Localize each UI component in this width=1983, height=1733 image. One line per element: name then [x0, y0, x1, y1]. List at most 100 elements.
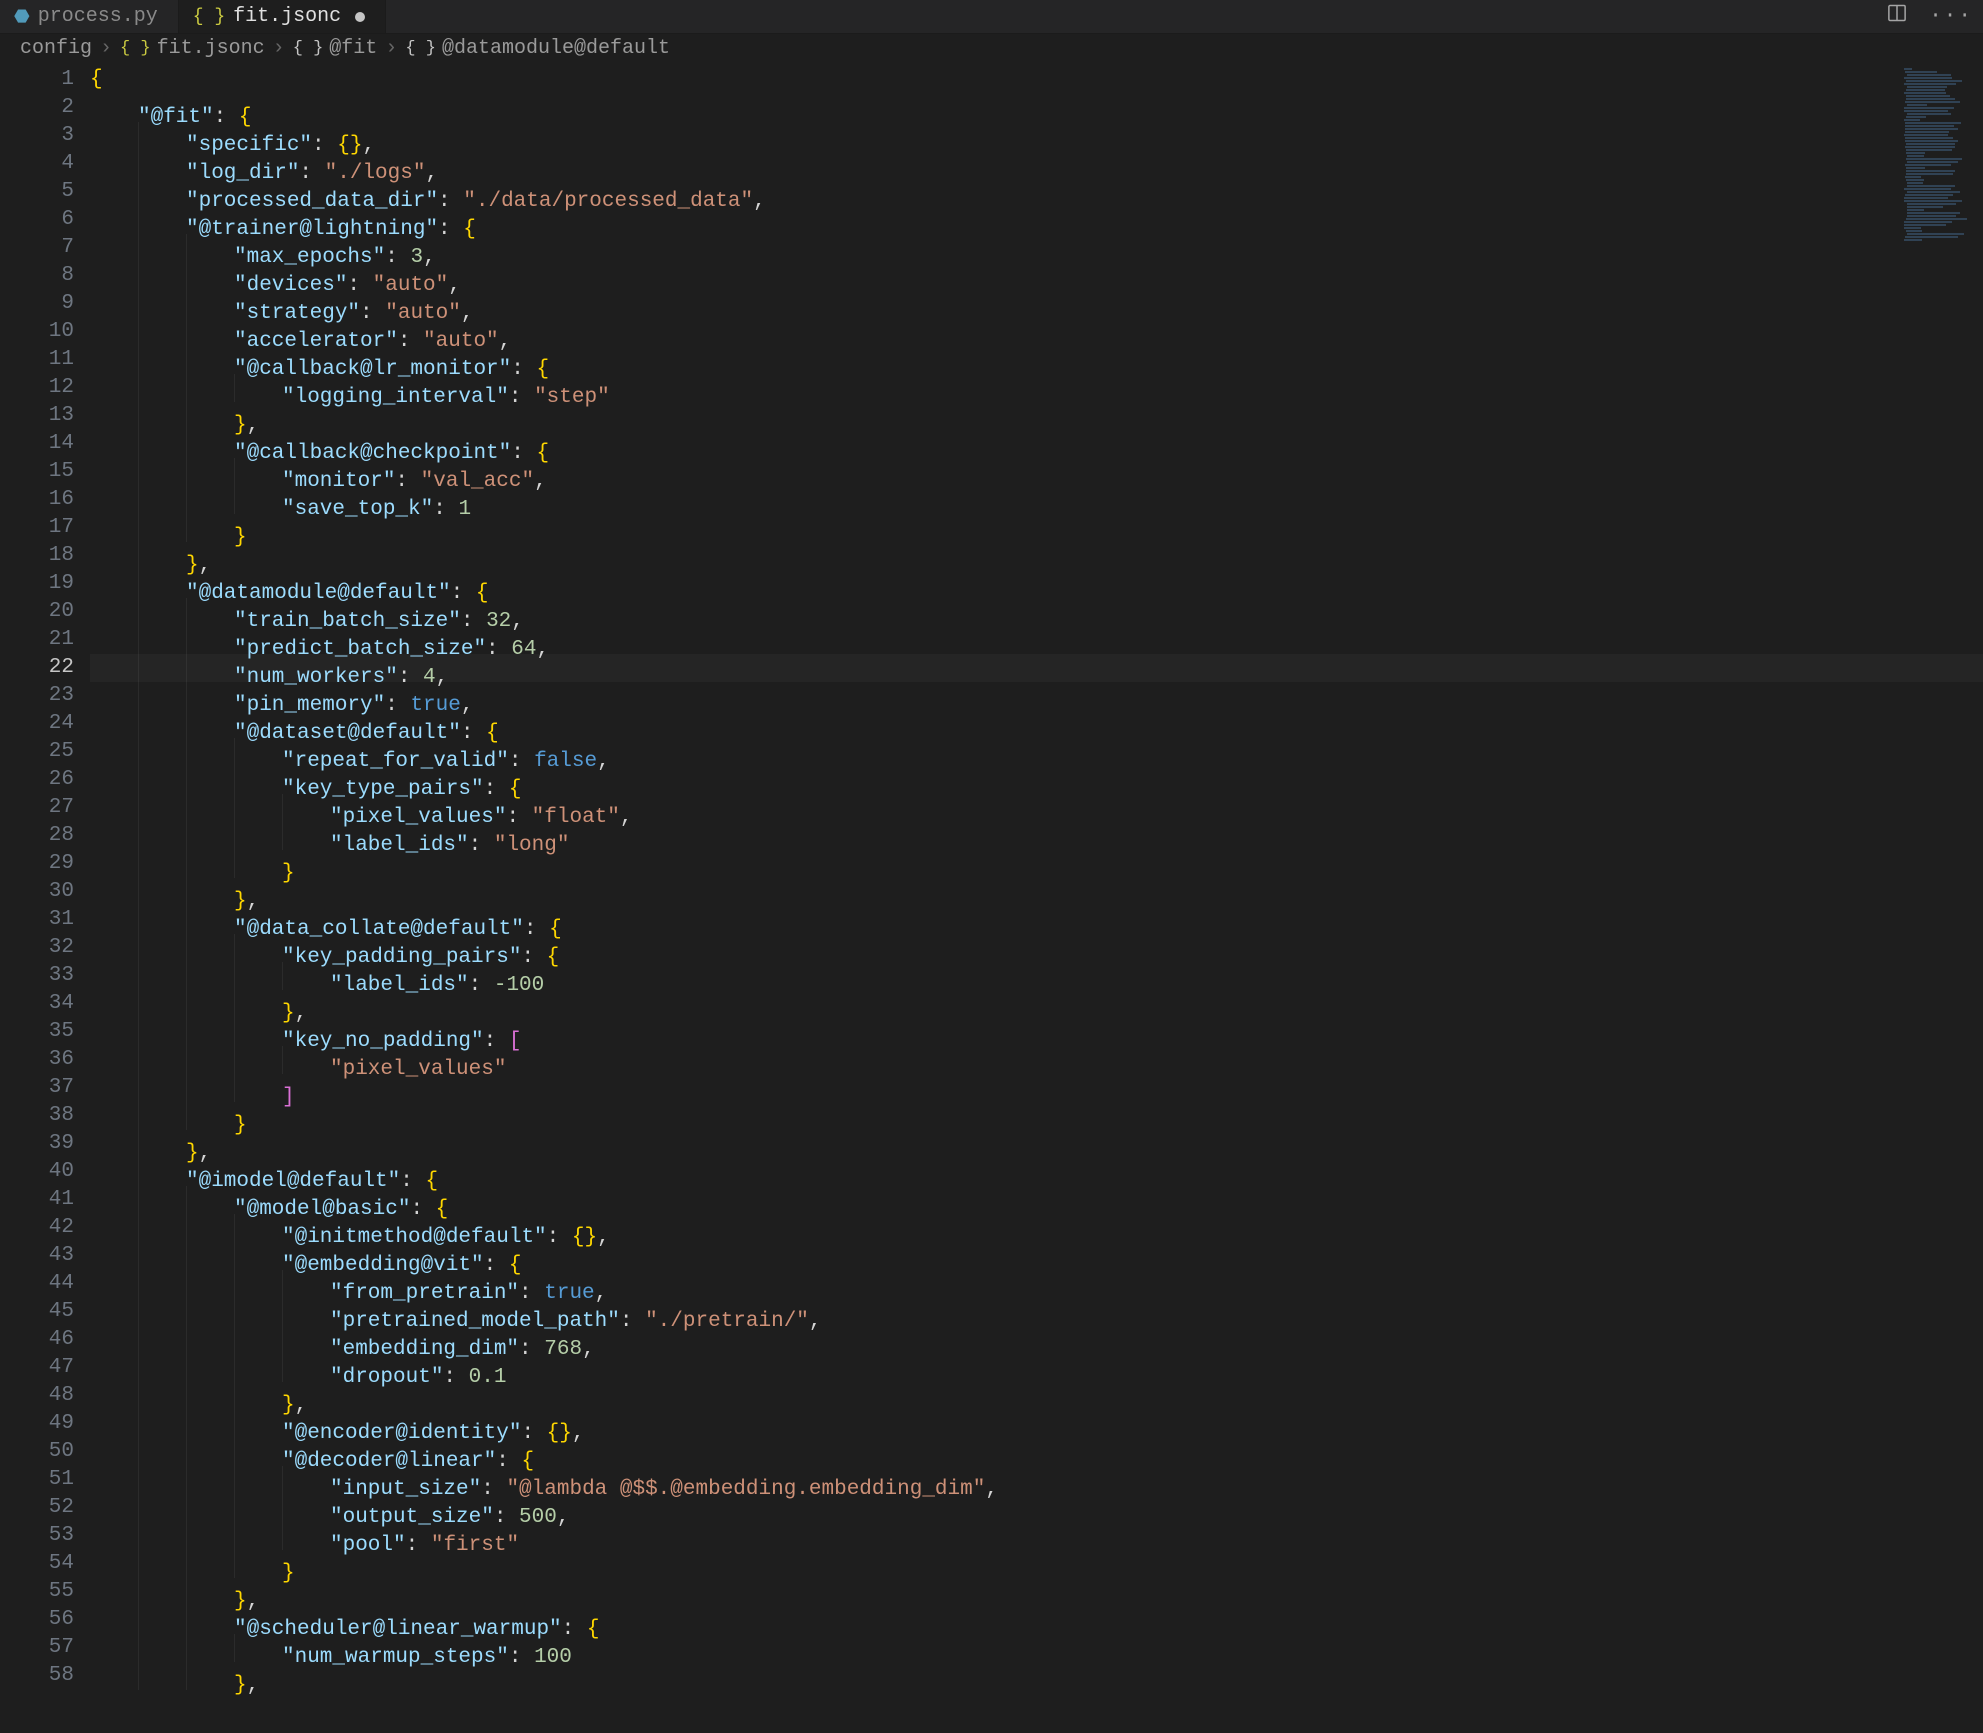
- line-number: 46: [0, 1326, 74, 1354]
- line-number: 11: [0, 346, 74, 374]
- line-number: 30: [0, 878, 74, 906]
- line-number: 26: [0, 766, 74, 794]
- token-brkt: ]: [282, 1086, 295, 1109]
- line-number: 41: [0, 1186, 74, 1214]
- code-line[interactable]: "@model@basic": {: [90, 1186, 1983, 1214]
- code-line[interactable]: "key_no_padding": [: [90, 1018, 1983, 1046]
- token-key: "label_ids": [330, 974, 469, 997]
- code-line[interactable]: }: [90, 1102, 1983, 1130]
- line-number: 45: [0, 1298, 74, 1326]
- code-line[interactable]: "logging_interval": "step": [90, 374, 1983, 402]
- token-key: "dropout": [330, 1366, 443, 1389]
- line-number: 4: [0, 150, 74, 178]
- code-line[interactable]: },: [90, 542, 1983, 570]
- token-str: "first": [431, 1534, 519, 1557]
- line-number: 15: [0, 458, 74, 486]
- code-line[interactable]: "accelerator": "auto",: [90, 318, 1983, 346]
- code-line[interactable]: "repeat_for_valid": false,: [90, 738, 1983, 766]
- line-number: 24: [0, 710, 74, 738]
- code-line[interactable]: "specific": {},: [90, 122, 1983, 150]
- code-line[interactable]: "strategy": "auto",: [90, 290, 1983, 318]
- code-line[interactable]: },: [90, 1578, 1983, 1606]
- breadcrumb-item[interactable]: { }@datamodule@default: [405, 37, 670, 60]
- token-kw: false: [534, 750, 597, 773]
- token-brace: }: [234, 526, 247, 549]
- code-line[interactable]: "@imodel@default": {: [90, 1158, 1983, 1186]
- breadcrumb-separator-icon: ›: [273, 37, 285, 60]
- code-line[interactable]: "num_workers": 4,: [90, 654, 1983, 682]
- code-line[interactable]: "pixel_values": [90, 1046, 1983, 1074]
- code-line[interactable]: },: [90, 1130, 1983, 1158]
- line-number: 43: [0, 1242, 74, 1270]
- code-line[interactable]: "pretrained_model_path": "./pretrain/",: [90, 1298, 1983, 1326]
- line-number: 18: [0, 542, 74, 570]
- line-number: 58: [0, 1662, 74, 1690]
- code-area[interactable]: {"@fit": {"specific": {},"log_dir": "./l…: [90, 62, 1983, 1733]
- split-editor-icon[interactable]: [1883, 0, 1911, 34]
- token-brace: {}: [572, 1226, 597, 1249]
- token-pun: ,: [247, 1674, 260, 1697]
- code-line[interactable]: "@fit": {: [90, 94, 1983, 122]
- code-line[interactable]: "embedding_dim": 768,: [90, 1326, 1983, 1354]
- code-line[interactable]: "output_size": 500,: [90, 1494, 1983, 1522]
- code-line[interactable]: "predict_batch_size": 64,: [90, 626, 1983, 654]
- token-pun: ,: [985, 1478, 998, 1501]
- code-line[interactable]: "@initmethod@default": {},: [90, 1214, 1983, 1242]
- line-number: 19: [0, 570, 74, 598]
- code-line[interactable]: "pool": "first": [90, 1522, 1983, 1550]
- code-line[interactable]: "key_padding_pairs": {: [90, 934, 1983, 962]
- line-number: 36: [0, 1046, 74, 1074]
- code-line[interactable]: "devices": "auto",: [90, 262, 1983, 290]
- code-line[interactable]: "@trainer@lightning": {: [90, 206, 1983, 234]
- breadcrumb-separator-icon: ›: [100, 37, 112, 60]
- unsaved-indicator-icon: [355, 12, 365, 22]
- code-line[interactable]: "key_type_pairs": {: [90, 766, 1983, 794]
- code-line[interactable]: "save_top_k": 1: [90, 486, 1983, 514]
- code-line[interactable]: "@encoder@identity": {},: [90, 1410, 1983, 1438]
- code-line[interactable]: "@dataset@default": {: [90, 710, 1983, 738]
- code-line[interactable]: "label_ids": "long": [90, 822, 1983, 850]
- code-line[interactable]: "monitor": "val_acc",: [90, 458, 1983, 486]
- code-line[interactable]: "num_warmup_steps": 100: [90, 1634, 1983, 1662]
- breadcrumb-item[interactable]: config: [20, 37, 92, 60]
- code-line[interactable]: {: [90, 66, 1983, 94]
- code-line[interactable]: "@embedding@vit": {: [90, 1242, 1983, 1270]
- line-number: 47: [0, 1354, 74, 1382]
- code-line[interactable]: "@callback@checkpoint": {: [90, 430, 1983, 458]
- code-line[interactable]: "input_size": "@lambda @$$.@embedding.em…: [90, 1466, 1983, 1494]
- token-str: "./pretrain/": [645, 1310, 809, 1333]
- breadcrumb-label: fit.jsonc: [157, 37, 265, 60]
- code-line[interactable]: "@datamodule@default": {: [90, 570, 1983, 598]
- code-line[interactable]: "label_ids": -100: [90, 962, 1983, 990]
- tab-fit-jsonc[interactable]: { }fit.jsonc: [179, 0, 386, 33]
- code-line[interactable]: "@callback@lr_monitor": {: [90, 346, 1983, 374]
- token-brace: {}: [547, 1422, 572, 1445]
- code-line[interactable]: "pixel_values": "float",: [90, 794, 1983, 822]
- line-number: 16: [0, 486, 74, 514]
- code-line[interactable]: "max_epochs": 3,: [90, 234, 1983, 262]
- line-number: 3: [0, 122, 74, 150]
- token-pun: :: [547, 1226, 572, 1249]
- code-line[interactable]: "pin_memory": true,: [90, 682, 1983, 710]
- code-line[interactable]: "dropout": 0.1: [90, 1354, 1983, 1382]
- breadcrumb-item[interactable]: { }@fit: [293, 37, 378, 60]
- code-line[interactable]: "@decoder@linear": {: [90, 1438, 1983, 1466]
- token-pun: ,: [534, 470, 547, 493]
- code-line[interactable]: "log_dir": "./logs",: [90, 150, 1983, 178]
- code-line[interactable]: "from_pretrain": true,: [90, 1270, 1983, 1298]
- line-number: 42: [0, 1214, 74, 1242]
- code-line[interactable]: "train_batch_size": 32,: [90, 598, 1983, 626]
- line-number: 2: [0, 94, 74, 122]
- breadcrumb-item[interactable]: { }fit.jsonc: [120, 37, 265, 60]
- line-number: 44: [0, 1270, 74, 1298]
- code-editor[interactable]: 1234567891011121314151617181920212223242…: [0, 62, 1983, 1733]
- token-pun: ,: [572, 1422, 585, 1445]
- code-line[interactable]: "@scheduler@linear_warmup": {: [90, 1606, 1983, 1634]
- tab-process-py[interactable]: ⬣process.py: [0, 0, 179, 33]
- code-line[interactable]: "processed_data_dir": "./data/processed_…: [90, 178, 1983, 206]
- code-line[interactable]: "@data_collate@default": {: [90, 906, 1983, 934]
- line-number: 21: [0, 626, 74, 654]
- more-actions-icon[interactable]: ···: [1925, 1, 1977, 32]
- token-key: "num_warmup_steps": [282, 1646, 509, 1669]
- code-line[interactable]: },: [90, 878, 1983, 906]
